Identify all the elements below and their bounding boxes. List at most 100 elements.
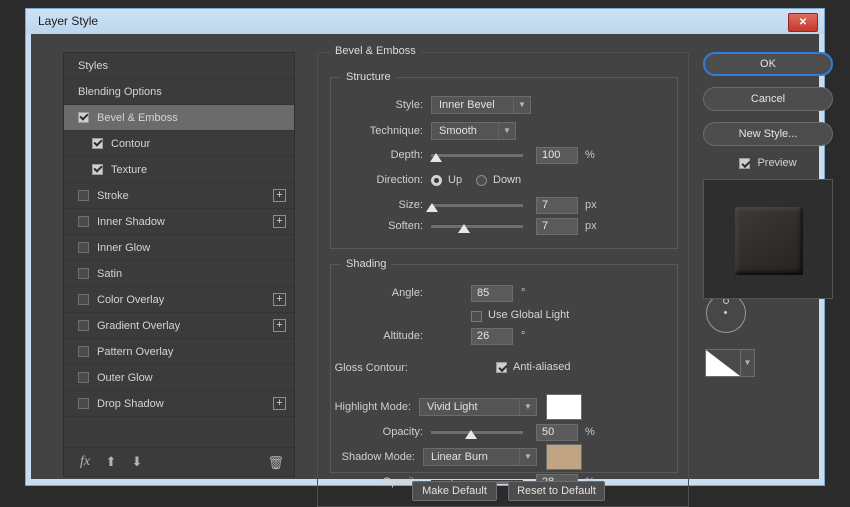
checkbox-checked-icon[interactable]	[92, 138, 103, 149]
angle-input[interactable]: 85	[471, 285, 513, 302]
style-dropdown[interactable]: Inner Bevel ▼	[431, 96, 531, 114]
depth-label: Depth:	[331, 149, 423, 161]
preview-checkbox[interactable]	[739, 158, 750, 169]
styles-list-item-label: Inner Shadow	[97, 216, 294, 228]
styles-list-item-inner-shadow[interactable]: Inner Shadow+	[64, 209, 294, 235]
direction-label: Direction:	[331, 174, 423, 186]
anti-aliased-label[interactable]: Anti-aliased	[513, 361, 570, 373]
altitude-input[interactable]: 26	[471, 328, 513, 345]
slider-thumb[interactable]	[465, 430, 477, 439]
altitude-unit: °	[521, 330, 525, 342]
styles-list-item-color-overlay[interactable]: Color Overlay+	[64, 287, 294, 313]
checkbox-unchecked-icon[interactable]	[78, 190, 89, 201]
checkbox-checked-icon[interactable]	[92, 164, 103, 175]
slider-thumb[interactable]	[426, 203, 438, 212]
ok-button[interactable]: OK	[703, 52, 833, 76]
use-global-light-label[interactable]: Use Global Light	[488, 309, 569, 321]
add-effect-icon[interactable]: +	[273, 319, 286, 332]
shadow-mode-label: Shadow Mode:	[323, 451, 415, 463]
highlight-opacity-input[interactable]: 50	[536, 424, 578, 441]
direction-up-label[interactable]: Up	[448, 174, 462, 186]
styles-list-item-label: Blending Options	[78, 86, 294, 98]
direction-down-radio[interactable]	[476, 175, 487, 186]
styles-list-item-contour[interactable]: Contour	[64, 131, 294, 157]
depth-slider[interactable]	[431, 149, 523, 163]
styles-list-item-drop-shadow[interactable]: Drop Shadow+	[64, 391, 294, 417]
checkbox-unchecked-icon[interactable]	[78, 242, 89, 253]
styles-list-item-satin[interactable]: Satin	[64, 261, 294, 287]
delete-icon[interactable]: 🗑	[267, 455, 284, 471]
styles-list-item-inner-glow[interactable]: Inner Glow	[64, 235, 294, 261]
technique-dropdown-value: Smooth	[432, 125, 498, 137]
shadow-mode-dropdown[interactable]: Linear Burn ▼	[423, 448, 537, 466]
styles-list-item-label: Bevel & Emboss	[97, 112, 294, 124]
fx-icon[interactable]: fx	[72, 454, 98, 470]
styles-list-item-gradient-overlay[interactable]: Gradient Overlay+	[64, 313, 294, 339]
highlight-mode-value: Vivid Light	[420, 401, 519, 413]
styles-list-item-label: Color Overlay	[97, 294, 294, 306]
use-global-light-checkbox[interactable]	[471, 311, 482, 322]
dial-center-dot	[724, 311, 727, 314]
shadow-color-swatch[interactable]	[546, 444, 582, 470]
checkbox-unchecked-icon[interactable]	[78, 398, 89, 409]
checkbox-checked-icon[interactable]	[78, 112, 89, 123]
styles-list-panel: Styles Blending Options Bevel & Emboss Cont…	[63, 52, 295, 477]
styles-list-item-stroke[interactable]: Stroke+	[64, 183, 294, 209]
chevron-down-icon[interactable]: ▼	[741, 349, 755, 377]
make-default-button[interactable]: Make Default	[412, 481, 497, 501]
highlight-opacity-label: Opacity:	[331, 426, 423, 438]
gloss-contour-preview[interactable]	[705, 349, 741, 377]
styles-list-item-outer-glow[interactable]: Outer Glow	[64, 365, 294, 391]
styles-list-item-pattern-overlay[interactable]: Pattern Overlay	[64, 339, 294, 365]
angle-unit: °	[521, 287, 525, 299]
depth-input[interactable]: 100	[536, 147, 578, 164]
anti-aliased-checkbox[interactable]	[496, 362, 507, 373]
direction-up-radio[interactable]	[431, 175, 442, 186]
highlight-opacity-slider[interactable]	[431, 426, 523, 440]
highlight-mode-dropdown[interactable]: Vivid Light ▼	[419, 398, 537, 416]
move-down-icon[interactable]: ⬇	[124, 454, 150, 470]
style-dropdown-value: Inner Bevel	[432, 99, 513, 111]
slider-thumb[interactable]	[458, 224, 470, 233]
gloss-contour-label: Gloss Contour:	[316, 362, 408, 374]
direction-down-label[interactable]: Down	[493, 174, 521, 186]
soften-slider[interactable]	[431, 220, 523, 234]
checkbox-unchecked-icon[interactable]	[78, 216, 89, 227]
slider-thumb[interactable]	[430, 153, 442, 162]
effect-settings-panel: Bevel & Emboss Structure Style: Inner Be…	[317, 52, 689, 507]
angle-dial[interactable]	[706, 293, 746, 333]
add-effect-icon[interactable]: +	[273, 189, 286, 202]
checkbox-unchecked-icon[interactable]	[78, 372, 89, 383]
styles-list-item-bevel-emboss[interactable]: Bevel & Emboss	[64, 105, 294, 131]
styles-list-item-styles[interactable]: Styles	[64, 53, 294, 79]
styles-list-item-label: Gradient Overlay	[97, 320, 294, 332]
styles-list-item-label: Texture	[111, 164, 294, 176]
soften-input[interactable]: 7	[536, 218, 578, 235]
technique-dropdown[interactable]: Smooth ▼	[431, 122, 516, 140]
technique-label: Technique:	[331, 125, 423, 137]
checkbox-unchecked-icon[interactable]	[78, 320, 89, 331]
styles-list-item-label: Drop Shadow	[97, 398, 294, 410]
checkbox-unchecked-icon[interactable]	[78, 268, 89, 279]
preview-toggle[interactable]: Preview	[703, 157, 833, 169]
preview-thumbnail	[703, 179, 833, 299]
styles-list-item-texture[interactable]: Texture	[64, 157, 294, 183]
checkbox-unchecked-icon[interactable]	[78, 346, 89, 357]
checkbox-unchecked-icon[interactable]	[78, 294, 89, 305]
reset-to-default-button[interactable]: Reset to Default	[508, 481, 605, 501]
right-button-panel: OK Cancel New Style... Preview	[703, 52, 843, 299]
move-up-icon[interactable]: ⬆	[98, 454, 124, 470]
add-effect-icon[interactable]: +	[273, 397, 286, 410]
add-effect-icon[interactable]: +	[273, 293, 286, 306]
styles-list-item-blending-options[interactable]: Blending Options	[64, 79, 294, 105]
highlight-color-swatch[interactable]	[546, 394, 582, 420]
add-effect-icon[interactable]: +	[273, 215, 286, 228]
dialog-body: Styles Blending Options Bevel & Emboss Cont…	[31, 34, 819, 479]
new-style-button[interactable]: New Style...	[703, 122, 833, 146]
close-icon[interactable]: ✕	[788, 13, 818, 32]
size-input[interactable]: 7	[536, 197, 578, 214]
styles-list-item-label: Stroke	[97, 190, 294, 202]
chevron-down-icon: ▼	[519, 449, 536, 465]
size-slider[interactable]	[431, 199, 523, 213]
cancel-button[interactable]: Cancel	[703, 87, 833, 111]
